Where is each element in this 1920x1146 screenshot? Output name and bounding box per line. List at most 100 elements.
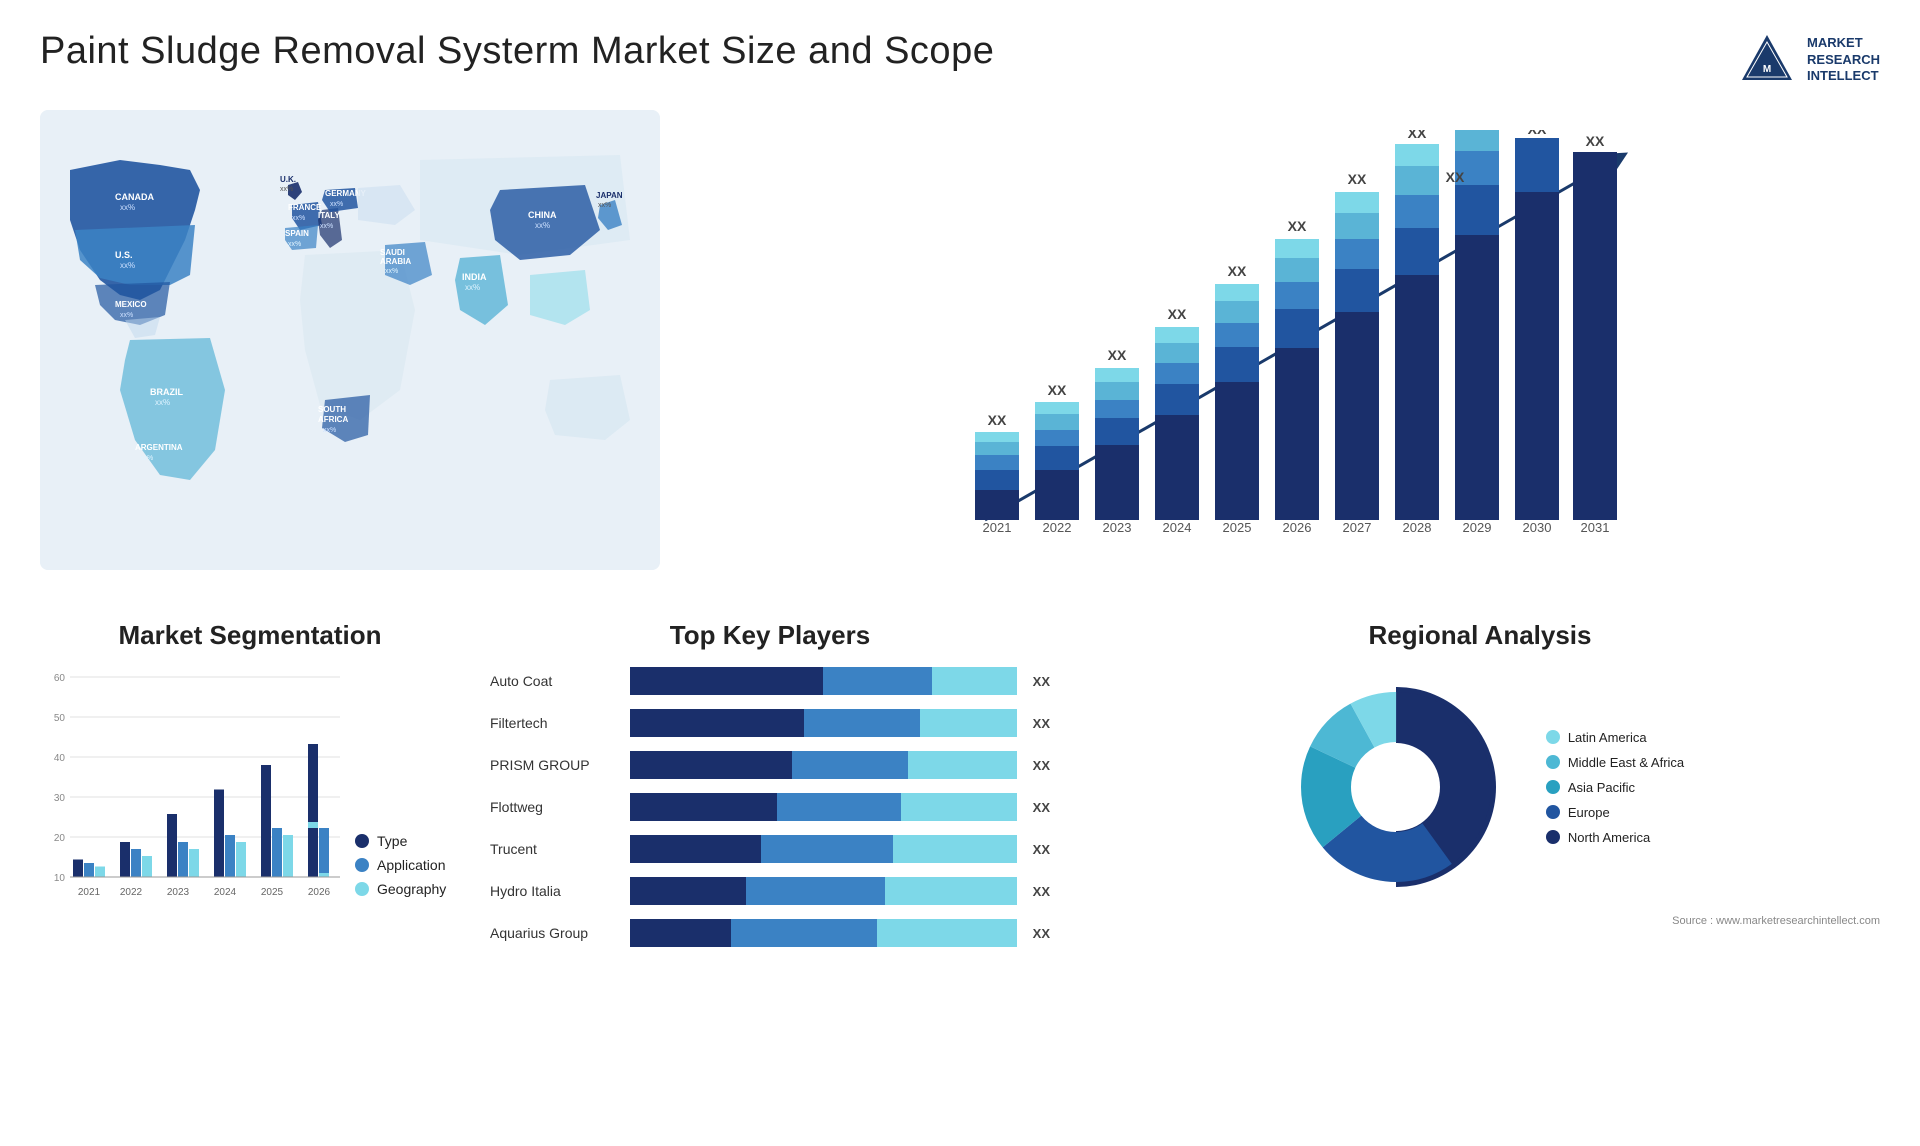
player-value: XX bbox=[1033, 884, 1050, 899]
svg-text:XX: XX bbox=[1048, 382, 1067, 398]
logo: M MARKET RESEARCH INTELLECT bbox=[1737, 30, 1880, 90]
player-value: XX bbox=[1033, 926, 1050, 941]
svg-text:2022: 2022 bbox=[1043, 520, 1072, 535]
regional-legend-mea: Middle East & Africa bbox=[1546, 755, 1684, 770]
svg-text:FRANCE: FRANCE bbox=[288, 203, 322, 212]
player-bar-seg1 bbox=[630, 751, 792, 779]
player-bar-seg3 bbox=[920, 709, 1017, 737]
player-name: Hydro Italia bbox=[490, 883, 620, 899]
player-bar-seg3 bbox=[932, 667, 1017, 695]
page-title: Paint Sludge Removal Systerm Market Size… bbox=[40, 30, 994, 73]
legend-type-dot bbox=[355, 834, 369, 848]
map-section: CANADA xx% U.S. xx% MEXICO xx% BRAZIL xx… bbox=[40, 110, 660, 590]
player-row-trucent: Trucent XX bbox=[490, 835, 1050, 863]
legend-app-label: Application bbox=[377, 857, 446, 873]
legend-geography: Geography bbox=[355, 881, 446, 897]
svg-text:U.S.: U.S. bbox=[115, 250, 133, 260]
donut-svg bbox=[1276, 667, 1516, 907]
svg-text:XX: XX bbox=[1108, 347, 1127, 363]
player-row-autocoat: Auto Coat XX bbox=[490, 667, 1050, 695]
legend-type: Type bbox=[355, 833, 446, 849]
svg-text:2025: 2025 bbox=[261, 887, 284, 898]
player-bar-seg1 bbox=[630, 877, 746, 905]
player-bar-seg1 bbox=[630, 793, 777, 821]
svg-text:BRAZIL: BRAZIL bbox=[150, 387, 183, 397]
regional-label-la: Latin America bbox=[1568, 730, 1647, 745]
player-name: Flottweg bbox=[490, 799, 620, 815]
svg-text:xx%: xx% bbox=[323, 427, 336, 434]
svg-text:20: 20 bbox=[54, 833, 66, 844]
regional-dot-mea bbox=[1546, 755, 1560, 769]
legend-geo-dot bbox=[355, 882, 369, 896]
legend-geo-label: Geography bbox=[377, 881, 446, 897]
player-bar-seg3 bbox=[901, 793, 1017, 821]
svg-text:XX: XX bbox=[1348, 171, 1367, 187]
svg-text:XX: XX bbox=[1408, 130, 1427, 141]
regional-section: Regional Analysis bbox=[1080, 620, 1880, 947]
svg-text:M: M bbox=[1763, 64, 1771, 75]
player-bar bbox=[630, 751, 1017, 779]
seg-chart-svg: 60 50 40 30 20 10 2021 bbox=[40, 667, 340, 927]
player-bar-seg1 bbox=[630, 709, 804, 737]
svg-text:INDIA: INDIA bbox=[462, 272, 487, 282]
regional-label-ap: Asia Pacific bbox=[1568, 780, 1635, 795]
player-bar-seg3 bbox=[893, 835, 1017, 863]
main-bar-chart: XX 2021 XX 2022 XX 2023 bbox=[680, 110, 1880, 570]
svg-text:ARGENTINA: ARGENTINA bbox=[135, 443, 183, 452]
svg-text:SAUDI: SAUDI bbox=[380, 248, 405, 257]
world-map: CANADA xx% U.S. xx% MEXICO xx% BRAZIL xx… bbox=[40, 110, 660, 570]
logo-text: MARKET RESEARCH INTELLECT bbox=[1807, 35, 1880, 86]
player-bar-seg2 bbox=[792, 751, 908, 779]
player-bar-seg2 bbox=[731, 919, 878, 947]
regional-dot-la bbox=[1546, 730, 1560, 744]
svg-text:xx%: xx% bbox=[288, 241, 301, 248]
player-row-hydro: Hydro Italia XX bbox=[490, 877, 1050, 905]
svg-text:MEXICO: MEXICO bbox=[115, 300, 147, 309]
svg-text:2029: 2029 bbox=[1463, 520, 1492, 535]
regional-title: Regional Analysis bbox=[1080, 620, 1880, 651]
source-text: Source : www.marketresearchintellect.com bbox=[1080, 915, 1880, 927]
players-list: Auto Coat XX Filtertech XX bbox=[480, 667, 1060, 947]
svg-text:2030: 2030 bbox=[1523, 520, 1552, 535]
player-row-flottweg: Flottweg XX bbox=[490, 793, 1050, 821]
player-value: XX bbox=[1033, 758, 1050, 773]
regional-legend-la: Latin America bbox=[1546, 730, 1684, 745]
svg-text:xx%: xx% bbox=[120, 312, 133, 319]
svg-text:xx%: xx% bbox=[320, 223, 333, 230]
page-header: Paint Sludge Removal Systerm Market Size… bbox=[40, 30, 1880, 90]
donut-chart bbox=[1276, 667, 1516, 907]
regional-content: Latin America Middle East & Africa Asia … bbox=[1080, 667, 1880, 907]
regional-label-na: North America bbox=[1568, 830, 1650, 845]
player-bar bbox=[630, 667, 1017, 695]
regional-label-eu: Europe bbox=[1568, 805, 1610, 820]
logo-icon: M bbox=[1737, 30, 1797, 90]
svg-text:XX: XX bbox=[1528, 130, 1547, 137]
svg-text:xx%: xx% bbox=[155, 398, 170, 407]
players-title: Top Key Players bbox=[480, 620, 1060, 651]
player-name: Aquarius Group bbox=[490, 925, 620, 941]
player-bar-seg3 bbox=[885, 877, 1016, 905]
svg-text:2023: 2023 bbox=[1103, 520, 1132, 535]
key-players-section: Top Key Players Auto Coat XX Filtertech bbox=[480, 620, 1060, 947]
svg-text:2027: 2027 bbox=[1343, 520, 1372, 535]
segmentation-legend: Type Application Geography bbox=[355, 833, 446, 897]
svg-text:SPAIN: SPAIN bbox=[285, 229, 309, 238]
svg-text:xx%: xx% bbox=[280, 186, 293, 193]
svg-text:SOUTH: SOUTH bbox=[318, 405, 346, 414]
svg-text:xx%: xx% bbox=[535, 221, 550, 230]
svg-text:JAPAN: JAPAN bbox=[596, 191, 623, 200]
player-bar-seg2 bbox=[746, 877, 885, 905]
player-bar-seg2 bbox=[761, 835, 892, 863]
player-bar-seg1 bbox=[630, 919, 731, 947]
svg-text:2025: 2025 bbox=[1223, 520, 1252, 535]
svg-text:2028: 2028 bbox=[1403, 520, 1432, 535]
svg-text:xx%: xx% bbox=[385, 268, 398, 275]
svg-text:ARABIA: ARABIA bbox=[380, 257, 411, 266]
regional-legend-eu: Europe bbox=[1546, 805, 1684, 820]
player-bar bbox=[630, 877, 1017, 905]
segmentation-title: Market Segmentation bbox=[40, 620, 460, 651]
svg-text:XX: XX bbox=[1228, 263, 1247, 279]
svg-text:60: 60 bbox=[54, 673, 66, 684]
svg-text:ITALY: ITALY bbox=[318, 211, 340, 220]
player-row-filtertech: Filtertech XX bbox=[490, 709, 1050, 737]
